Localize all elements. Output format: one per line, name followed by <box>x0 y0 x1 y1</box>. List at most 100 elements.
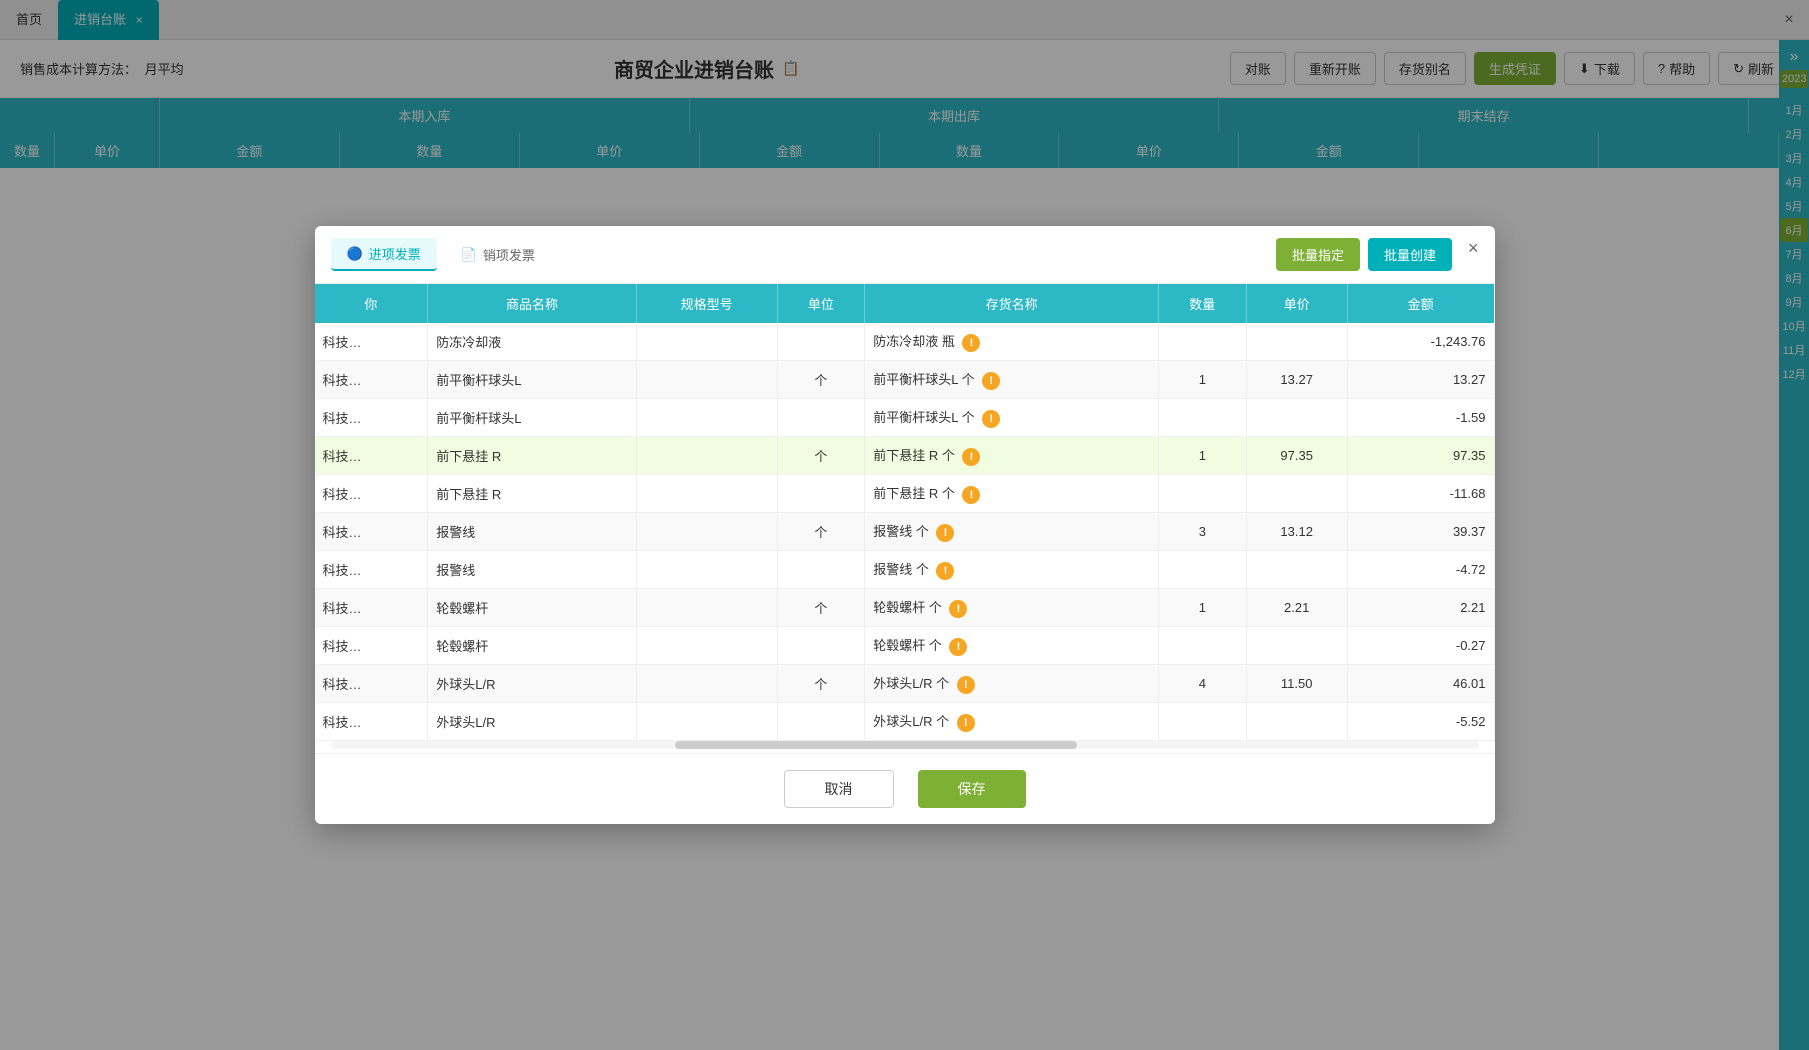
tab-incoming-invoice[interactable]: 🔵 进项发票 <box>331 238 437 271</box>
tab-outgoing-invoice[interactable]: 📄 销项发票 <box>445 239 551 270</box>
cell-spec <box>636 475 777 513</box>
cell-amount: -0.27 <box>1347 627 1494 665</box>
cell-price <box>1246 323 1347 361</box>
modal-table-wrap: 你 商品名称 规格型号 单位 存货名称 数量 单价 金额 科技… 防冻冷却液 <box>315 284 1495 741</box>
cell-unit: 个 <box>777 437 865 475</box>
modal-footer: 取消 保存 <box>315 753 1495 824</box>
cell-qty <box>1158 627 1246 665</box>
incoming-tab-icon: 🔵 <box>347 246 363 262</box>
cell-stock: 轮毂螺杆 个 ! <box>865 627 1159 665</box>
cell-qty <box>1158 323 1246 361</box>
batch-create-button[interactable]: 批量创建 <box>1368 238 1452 271</box>
cell-unit: 个 <box>777 665 865 703</box>
cell-product: 轮毂螺杆 <box>428 627 637 665</box>
cell-unit <box>777 551 865 589</box>
cell-company: 科技… <box>315 627 428 665</box>
modal-dialog: 🔵 进项发票 📄 销项发票 批量指定 批量创建 × 你 商品名称 规格型 <box>315 226 1495 824</box>
outgoing-tab-icon: 📄 <box>461 247 477 263</box>
cell-product: 前平衡杆球头L <box>428 399 637 437</box>
cell-price: 13.27 <box>1246 361 1347 399</box>
cell-product: 报警线 <box>428 513 637 551</box>
cell-price <box>1246 627 1347 665</box>
cell-company: 科技… <box>315 475 428 513</box>
cell-qty <box>1158 703 1246 741</box>
cell-company: 科技… <box>315 551 428 589</box>
modal-table: 你 商品名称 规格型号 单位 存货名称 数量 单价 金额 科技… 防冻冷却液 <box>315 284 1495 741</box>
cell-product: 前下悬挂 R <box>428 437 637 475</box>
cell-price <box>1246 475 1347 513</box>
table-row[interactable]: 科技… 轮毂螺杆 轮毂螺杆 个 ! -0.27 <box>315 627 1495 665</box>
warning-icon: ! <box>936 524 954 542</box>
warning-icon: ! <box>957 676 975 694</box>
scroll-indicator[interactable] <box>331 741 1479 749</box>
cell-unit <box>777 627 865 665</box>
cell-spec <box>636 589 777 627</box>
table-row[interactable]: 科技… 前下悬挂 R 个 前下悬挂 R 个 ! 1 97.35 97.35 <box>315 437 1495 475</box>
cell-company: 科技… <box>315 323 428 361</box>
table-row[interactable]: 科技… 防冻冷却液 防冻冷却液 瓶 ! -1,243.76 <box>315 323 1495 361</box>
cell-product: 轮毂螺杆 <box>428 589 637 627</box>
cell-qty: 3 <box>1158 513 1246 551</box>
warning-icon: ! <box>949 638 967 656</box>
cell-stock: 前平衡杆球头L 个 ! <box>865 399 1159 437</box>
cell-company: 科技… <box>315 437 428 475</box>
warning-icon: ! <box>982 410 1000 428</box>
cell-stock: 轮毂螺杆 个 ! <box>865 589 1159 627</box>
table-row[interactable]: 科技… 前平衡杆球头L 个 前平衡杆球头L 个 ! 1 13.27 13.27 <box>315 361 1495 399</box>
cell-unit <box>777 399 865 437</box>
cell-product: 外球头L/R <box>428 665 637 703</box>
cell-product: 报警线 <box>428 551 637 589</box>
cell-company: 科技… <box>315 665 428 703</box>
save-button[interactable]: 保存 <box>918 770 1026 808</box>
cell-unit: 个 <box>777 589 865 627</box>
warning-icon: ! <box>936 562 954 580</box>
cell-stock: 前平衡杆球头L 个 ! <box>865 361 1159 399</box>
modal-close-button[interactable]: × <box>1468 238 1479 271</box>
table-row[interactable]: 科技… 报警线 报警线 个 ! -4.72 <box>315 551 1495 589</box>
col-product: 商品名称 <box>428 284 637 323</box>
cell-amount: -1.59 <box>1347 399 1494 437</box>
cell-spec <box>636 399 777 437</box>
cell-price: 13.12 <box>1246 513 1347 551</box>
cell-company: 科技… <box>315 361 428 399</box>
cell-amount: -5.52 <box>1347 703 1494 741</box>
table-row[interactable]: 科技… 轮毂螺杆 个 轮毂螺杆 个 ! 1 2.21 2.21 <box>315 589 1495 627</box>
cell-qty: 4 <box>1158 665 1246 703</box>
table-row[interactable]: 科技… 前平衡杆球头L 前平衡杆球头L 个 ! -1.59 <box>315 399 1495 437</box>
col-spec: 规格型号 <box>636 284 777 323</box>
cell-qty <box>1158 475 1246 513</box>
cell-stock: 报警线 个 ! <box>865 551 1159 589</box>
cell-stock: 前下悬挂 R 个 ! <box>865 475 1159 513</box>
cell-stock: 防冻冷却液 瓶 ! <box>865 323 1159 361</box>
cell-product: 外球头L/R <box>428 703 637 741</box>
table-row[interactable]: 科技… 报警线 个 报警线 个 ! 3 13.12 39.37 <box>315 513 1495 551</box>
col-company: 你 <box>315 284 428 323</box>
cell-stock: 前下悬挂 R 个 ! <box>865 437 1159 475</box>
cell-amount: -1,243.76 <box>1347 323 1494 361</box>
cell-unit: 个 <box>777 513 865 551</box>
cell-unit <box>777 475 865 513</box>
warning-icon: ! <box>962 448 980 466</box>
cell-product: 防冻冷却液 <box>428 323 637 361</box>
cell-spec <box>636 627 777 665</box>
table-row[interactable]: 科技… 前下悬挂 R 前下悬挂 R 个 ! -11.68 <box>315 475 1495 513</box>
cell-stock: 外球头L/R 个 ! <box>865 665 1159 703</box>
batch-assign-button[interactable]: 批量指定 <box>1276 238 1360 271</box>
cell-price <box>1246 551 1347 589</box>
cell-amount: 39.37 <box>1347 513 1494 551</box>
cell-stock: 报警线 个 ! <box>865 513 1159 551</box>
table-row[interactable]: 科技… 外球头L/R 个 外球头L/R 个 ! 4 11.50 46.01 <box>315 665 1495 703</box>
cell-spec <box>636 703 777 741</box>
cell-company: 科技… <box>315 399 428 437</box>
cell-amount: -4.72 <box>1347 551 1494 589</box>
cell-stock: 外球头L/R 个 ! <box>865 703 1159 741</box>
cell-spec <box>636 437 777 475</box>
cancel-button[interactable]: 取消 <box>784 770 894 808</box>
cell-qty <box>1158 551 1246 589</box>
col-amount: 金额 <box>1347 284 1494 323</box>
cell-unit <box>777 703 865 741</box>
warning-icon: ! <box>962 486 980 504</box>
table-row[interactable]: 科技… 外球头L/R 外球头L/R 个 ! -5.52 <box>315 703 1495 741</box>
cell-company: 科技… <box>315 589 428 627</box>
warning-icon: ! <box>962 334 980 352</box>
